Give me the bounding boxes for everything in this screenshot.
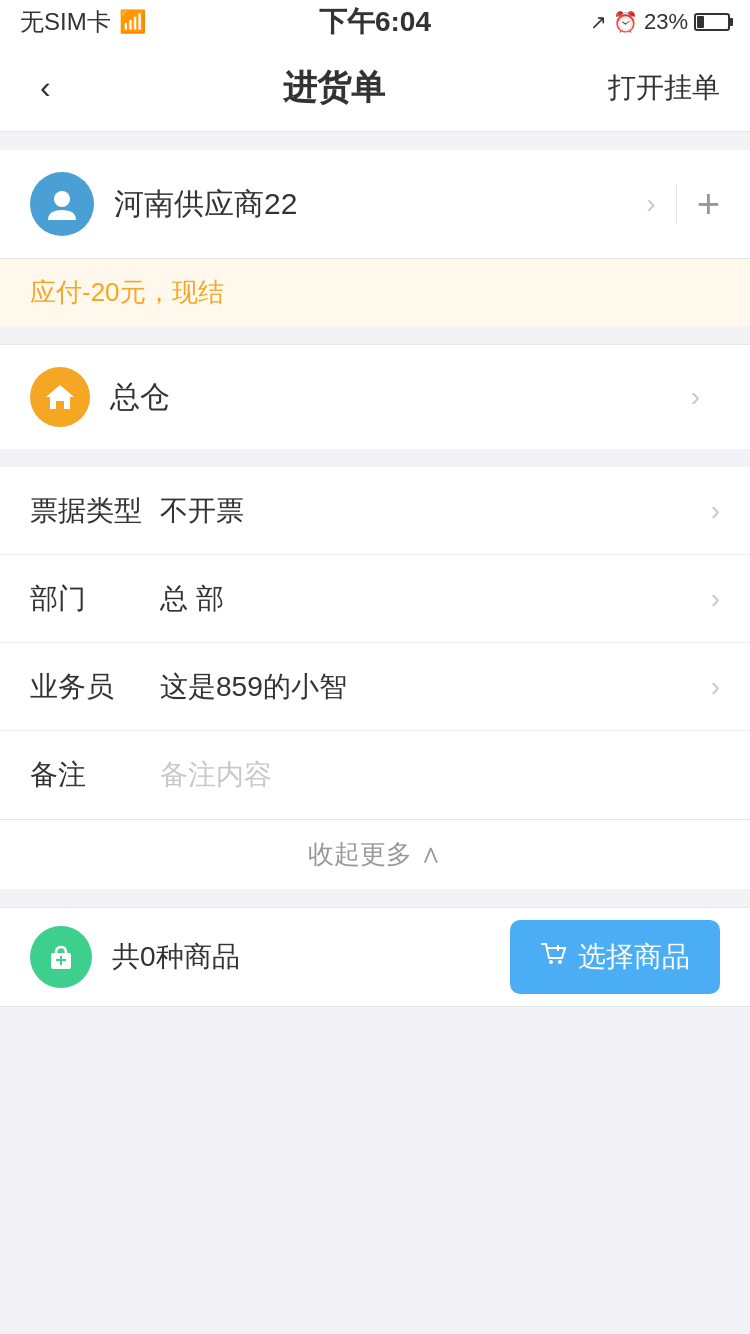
supplier-avatar — [30, 172, 94, 236]
invoice-type-row[interactable]: 票据类型 不开票 › — [0, 467, 750, 555]
remark-row[interactable]: 备注 备注内容 — [0, 731, 750, 819]
salesman-label: 业务员 — [30, 668, 160, 706]
supplier-name: 河南供应商22 — [114, 184, 646, 225]
invoice-type-value: 不开票 — [160, 492, 711, 530]
status-time: 下午6:04 — [319, 3, 431, 41]
department-value: 总 部 — [160, 580, 711, 618]
location-icon: ↗ — [590, 10, 607, 34]
select-product-label: 选择商品 — [578, 938, 690, 976]
department-row[interactable]: 部门 总 部 › — [0, 555, 750, 643]
svg-point-6 — [558, 960, 562, 964]
cart-icon — [540, 940, 568, 968]
salesman-value: 这是859的小智 — [160, 668, 711, 706]
battery-icon — [694, 13, 730, 31]
department-chevron-icon: › — [711, 583, 720, 615]
back-button[interactable]: ‹ — [30, 59, 61, 116]
remark-input[interactable]: 备注内容 — [160, 756, 720, 794]
svg-rect-1 — [56, 401, 64, 409]
section-gap-1 — [0, 132, 750, 150]
alarm-icon: ⏰ — [613, 10, 638, 34]
remark-label: 备注 — [30, 756, 160, 794]
collapse-label: 收起更多 ∧ — [308, 837, 441, 872]
house-icon — [44, 381, 76, 413]
status-right: ↗ ⏰ 23% — [590, 9, 730, 35]
warehouse-row[interactable]: 总仓 › — [0, 344, 750, 449]
page-background — [0, 1007, 750, 1307]
salesman-chevron-icon: › — [711, 671, 720, 703]
shopping-bag-icon — [44, 940, 78, 974]
notice-bar: 应付-20元，现结 — [0, 259, 750, 326]
person-icon — [44, 186, 80, 222]
collapse-button[interactable]: 收起更多 ∧ — [0, 819, 750, 889]
warehouse-chevron-icon: › — [691, 381, 700, 413]
form-section: 票据类型 不开票 › 部门 总 部 › 业务员 这是859的小智 › 备注 备注… — [0, 467, 750, 819]
invoice-chevron-icon: › — [711, 495, 720, 527]
svg-point-0 — [54, 191, 70, 207]
status-bar: 无SIM卡 📶 下午6:04 ↗ ⏰ 23% — [0, 0, 750, 44]
notice-text: 应付-20元，现结 — [30, 277, 224, 307]
open-pending-button[interactable]: 打开挂单 — [608, 69, 720, 107]
select-product-icon — [540, 940, 568, 975]
divider — [676, 184, 677, 224]
invoice-type-label: 票据类型 — [30, 492, 160, 530]
select-product-button[interactable]: 选择商品 — [510, 920, 720, 994]
warehouse-icon — [30, 367, 90, 427]
status-left: 无SIM卡 📶 — [20, 6, 146, 38]
wifi-icon: 📶 — [119, 9, 146, 35]
product-count-label: 共0种商品 — [112, 938, 510, 976]
bottom-product-section: 共0种商品 选择商品 — [0, 907, 750, 1007]
supplier-row[interactable]: 河南供应商22 › + — [0, 150, 750, 259]
battery-percent: 23% — [644, 9, 688, 35]
supplier-chevron-icon: › — [646, 188, 655, 220]
product-icon — [30, 926, 92, 988]
add-supplier-button[interactable]: + — [697, 182, 720, 227]
carrier-label: 无SIM卡 — [20, 6, 111, 38]
nav-bar: ‹ 进货单 打开挂单 — [0, 44, 750, 132]
page-title: 进货单 — [283, 65, 385, 111]
salesman-row[interactable]: 业务员 这是859的小智 › — [0, 643, 750, 731]
department-label: 部门 — [30, 580, 160, 618]
svg-point-5 — [549, 960, 553, 964]
warehouse-name: 总仓 — [110, 377, 691, 418]
section-gap-2 — [0, 326, 750, 344]
